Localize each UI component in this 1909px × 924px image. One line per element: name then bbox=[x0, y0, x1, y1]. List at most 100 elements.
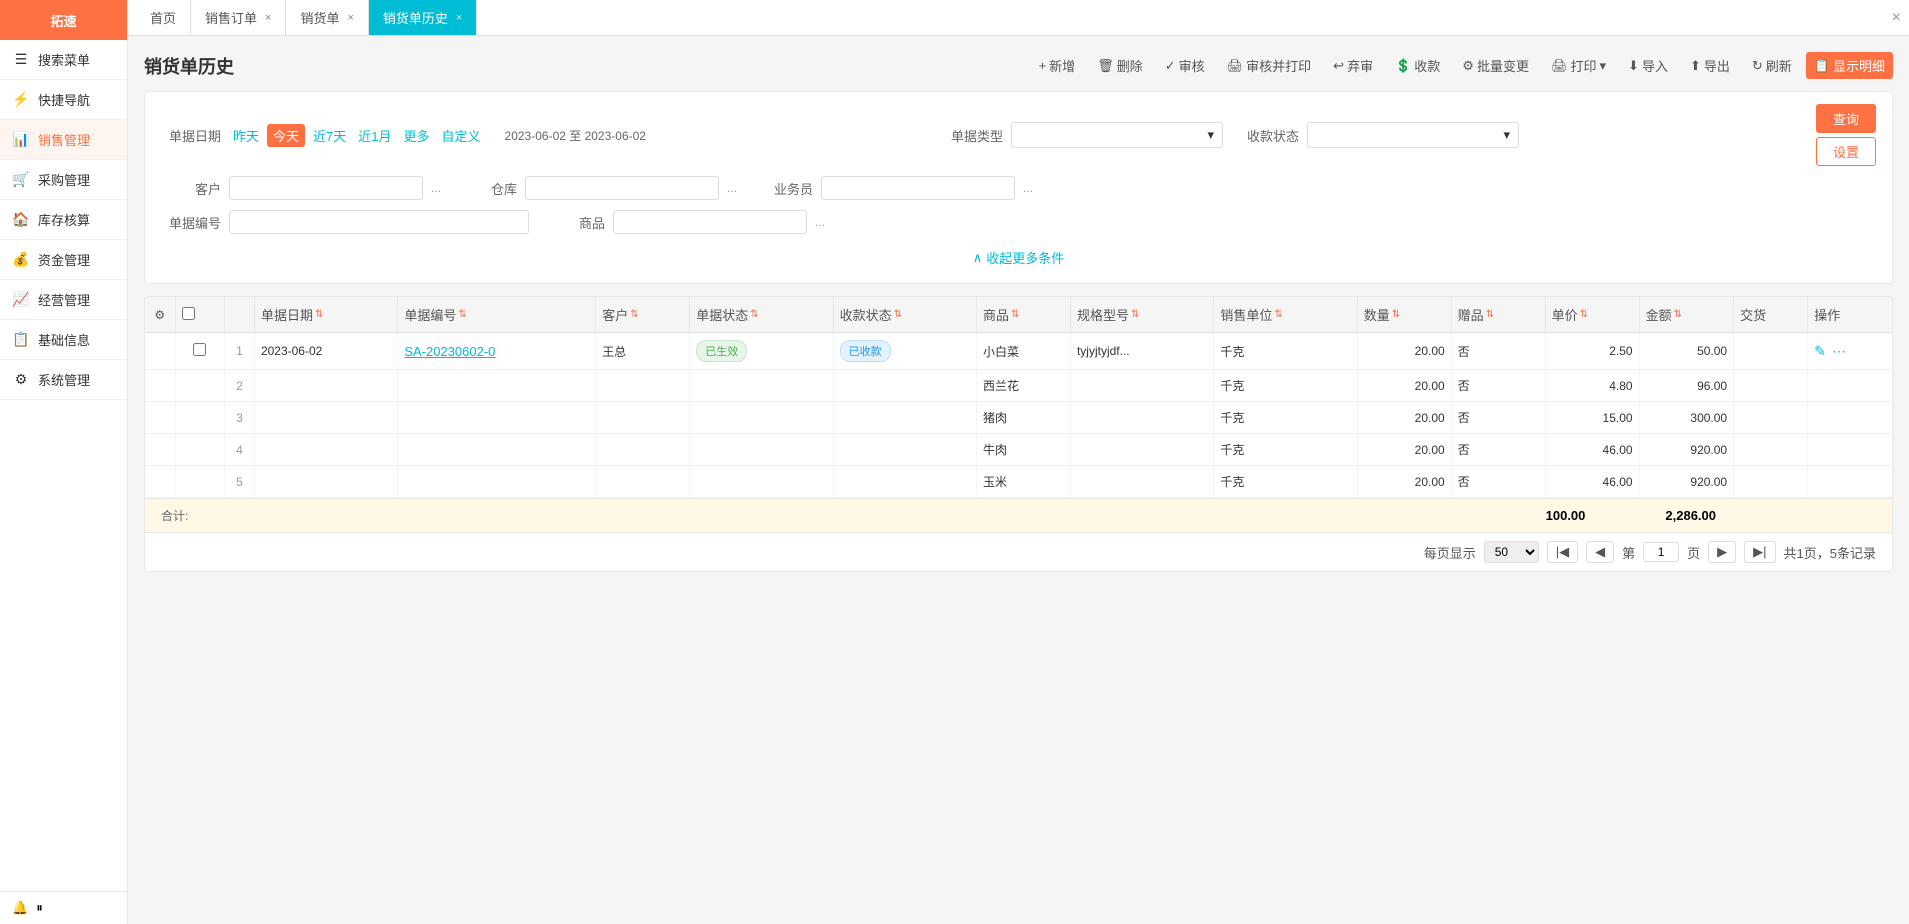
per-page-select[interactable]: 50 100 200 bbox=[1484, 541, 1539, 563]
row3-doc-date bbox=[254, 402, 397, 434]
close-sales-delivery-icon[interactable]: × bbox=[347, 12, 353, 24]
footer-label: 合计: bbox=[161, 507, 188, 524]
tab-home[interactable]: 首页 bbox=[136, 0, 191, 35]
row4-gear bbox=[145, 434, 175, 466]
row5-customer bbox=[596, 466, 690, 498]
row1-doc-no[interactable]: SA-20230602-0 bbox=[398, 333, 596, 370]
row4-spec-type bbox=[1070, 434, 1213, 466]
tab-sales-delivery-history[interactable]: 销货单历史 × bbox=[369, 0, 477, 35]
shortcut-yesterday[interactable]: 昨天 bbox=[229, 124, 263, 147]
purchase-mgmt-icon: 🛒 bbox=[12, 171, 30, 188]
page-number-input[interactable] bbox=[1643, 542, 1679, 562]
row2-quantity: 20.00 bbox=[1357, 370, 1451, 402]
prev-page-button[interactable]: ◀ bbox=[1586, 541, 1614, 563]
collapse-button[interactable]: ∧ 收起更多条件 bbox=[161, 244, 1876, 271]
doc-type-select[interactable]: ▾ bbox=[1011, 122, 1223, 148]
doc-no-input[interactable] bbox=[229, 210, 529, 234]
sidebar-item-inventory[interactable]: 🏠 库存核算 bbox=[0, 200, 127, 240]
audit-button[interactable]: ✓ 审核 bbox=[1157, 52, 1213, 79]
row1-more-icon[interactable]: ⋯ bbox=[1832, 343, 1846, 360]
batch-change-button[interactable]: ⚙ 批量变更 bbox=[1454, 52, 1537, 79]
sidebar-item-purchase-mgmt[interactable]: 🛒 采购管理 bbox=[0, 160, 127, 200]
pause-icon[interactable]: ⏸ bbox=[36, 900, 43, 916]
row3-gift: 否 bbox=[1451, 402, 1545, 434]
payment-status-select[interactable]: ▾ bbox=[1307, 122, 1519, 148]
tab-sales-delivery[interactable]: 销货单 × bbox=[286, 0, 368, 35]
th-sales-unit[interactable]: 销售单位 ⇅ bbox=[1214, 297, 1357, 333]
shortcut-today[interactable]: 今天 bbox=[267, 124, 305, 147]
goods-input[interactable] bbox=[613, 210, 807, 234]
sidebar-item-sys-mgmt[interactable]: ⚙ 系统管理 bbox=[0, 360, 127, 400]
salesperson-more-dots[interactable]: ... bbox=[1023, 181, 1033, 195]
goods-more-dots[interactable]: ... bbox=[815, 215, 825, 229]
sidebar-item-quick-nav[interactable]: ⚡ 快捷导航 bbox=[0, 80, 127, 120]
shortcut-more[interactable]: 更多 bbox=[400, 124, 434, 147]
row1-edit-icon[interactable]: ✎ bbox=[1814, 343, 1826, 360]
th-spec-type[interactable]: 规格型号 ⇅ bbox=[1070, 297, 1213, 333]
row1-quantity: 20.00 bbox=[1357, 333, 1451, 370]
select-all-checkbox[interactable] bbox=[182, 307, 195, 320]
refresh-icon: ↻ bbox=[1752, 58, 1763, 74]
th-unit-price[interactable]: 单价 ⇅ bbox=[1545, 297, 1639, 333]
shortcut-last7days[interactable]: 近7天 bbox=[309, 124, 350, 147]
abandon-button[interactable]: ↩ 弃审 bbox=[1325, 52, 1381, 79]
th-checkbox[interactable] bbox=[175, 297, 224, 333]
row2-action bbox=[1808, 370, 1892, 402]
shortcut-custom[interactable]: 自定义 bbox=[438, 124, 485, 147]
refresh-button[interactable]: ↻ 刷新 bbox=[1744, 52, 1800, 79]
sidebar-item-search-menu[interactable]: ☰ 搜索菜单 bbox=[0, 40, 127, 80]
close-history-icon[interactable]: × bbox=[456, 12, 462, 24]
window-close-button[interactable]: × bbox=[1892, 9, 1901, 27]
th-amount[interactable]: 金额 ⇅ bbox=[1639, 297, 1734, 333]
new-button[interactable]: + 新增 bbox=[1031, 52, 1084, 79]
warehouse-input[interactable] bbox=[525, 176, 719, 200]
row5-goods: 玉米 bbox=[976, 466, 1070, 498]
batch-change-icon: ⚙ bbox=[1462, 58, 1474, 74]
print-button[interactable]: 🖨 打印 ▾ bbox=[1543, 52, 1614, 79]
th-doc-status[interactable]: 单据状态 ⇅ bbox=[690, 297, 833, 333]
footer-values: 100.00 2,286.00 bbox=[188, 508, 1876, 523]
th-doc-no[interactable]: 单据编号 ⇅ bbox=[398, 297, 596, 333]
th-action: 操作 bbox=[1808, 297, 1892, 333]
th-quantity[interactable]: 数量 ⇅ bbox=[1357, 297, 1451, 333]
sidebar-item-operation-mgmt[interactable]: 📈 经营管理 bbox=[0, 280, 127, 320]
export-button[interactable]: ⬆ 导出 bbox=[1682, 52, 1738, 79]
row2-gear bbox=[145, 370, 175, 402]
customer-more-dots[interactable]: ... bbox=[431, 181, 441, 195]
page-title: 销货单历史 bbox=[144, 53, 234, 79]
search-menu-icon: ☰ bbox=[12, 51, 30, 68]
operation-mgmt-icon: 📈 bbox=[12, 291, 30, 308]
th-doc-date[interactable]: 单据日期 ⇅ bbox=[254, 297, 397, 333]
setup-button[interactable]: 设置 bbox=[1816, 137, 1876, 166]
row1-sales-unit: 千克 bbox=[1214, 333, 1357, 370]
warehouse-more-dots[interactable]: ... bbox=[727, 181, 737, 195]
row2-goods: 西兰花 bbox=[976, 370, 1070, 402]
th-customer[interactable]: 客户 ⇅ bbox=[596, 297, 690, 333]
next-page-button[interactable]: ▶ bbox=[1708, 541, 1736, 563]
query-button[interactable]: 查询 bbox=[1816, 104, 1876, 133]
th-row-num bbox=[224, 297, 254, 333]
close-sales-order-icon[interactable]: × bbox=[265, 12, 271, 24]
th-goods[interactable]: 商品 ⇅ bbox=[976, 297, 1070, 333]
shortcut-last1month[interactable]: 近1月 bbox=[354, 124, 395, 147]
customer-input[interactable] bbox=[229, 176, 423, 200]
last-page-button[interactable]: ▶| bbox=[1744, 541, 1775, 563]
collect-button[interactable]: 💲 收款 bbox=[1387, 52, 1448, 79]
sidebar-item-sales-mgmt[interactable]: 📊 销售管理 bbox=[0, 120, 127, 160]
sidebar-item-finance-mgmt[interactable]: 💰 资金管理 bbox=[0, 240, 127, 280]
th-gift[interactable]: 赠品 ⇅ bbox=[1451, 297, 1545, 333]
show-detail-button[interactable]: 📋 显示明细 bbox=[1806, 52, 1893, 79]
row4-payment-status bbox=[833, 434, 976, 466]
import-button[interactable]: ⬇ 导入 bbox=[1620, 52, 1676, 79]
first-page-button[interactable]: |◀ bbox=[1547, 541, 1578, 563]
th-gear[interactable]: ⚙ bbox=[145, 297, 175, 333]
delete-button[interactable]: 🗑 删除 bbox=[1089, 52, 1151, 79]
notification-icon[interactable]: 🔔 bbox=[12, 900, 28, 916]
row1-checkbox[interactable] bbox=[175, 333, 224, 370]
th-payment-status[interactable]: 收款状态 ⇅ bbox=[833, 297, 976, 333]
audit-print-button[interactable]: 🖨 审核并打印 bbox=[1219, 52, 1320, 79]
tab-sales-order[interactable]: 销售订单 × bbox=[191, 0, 286, 35]
row1-spec-type: tyjyjtyjdf... bbox=[1070, 333, 1213, 370]
sidebar-item-base-info[interactable]: 📋 基础信息 bbox=[0, 320, 127, 360]
salesperson-input[interactable] bbox=[821, 176, 1015, 200]
